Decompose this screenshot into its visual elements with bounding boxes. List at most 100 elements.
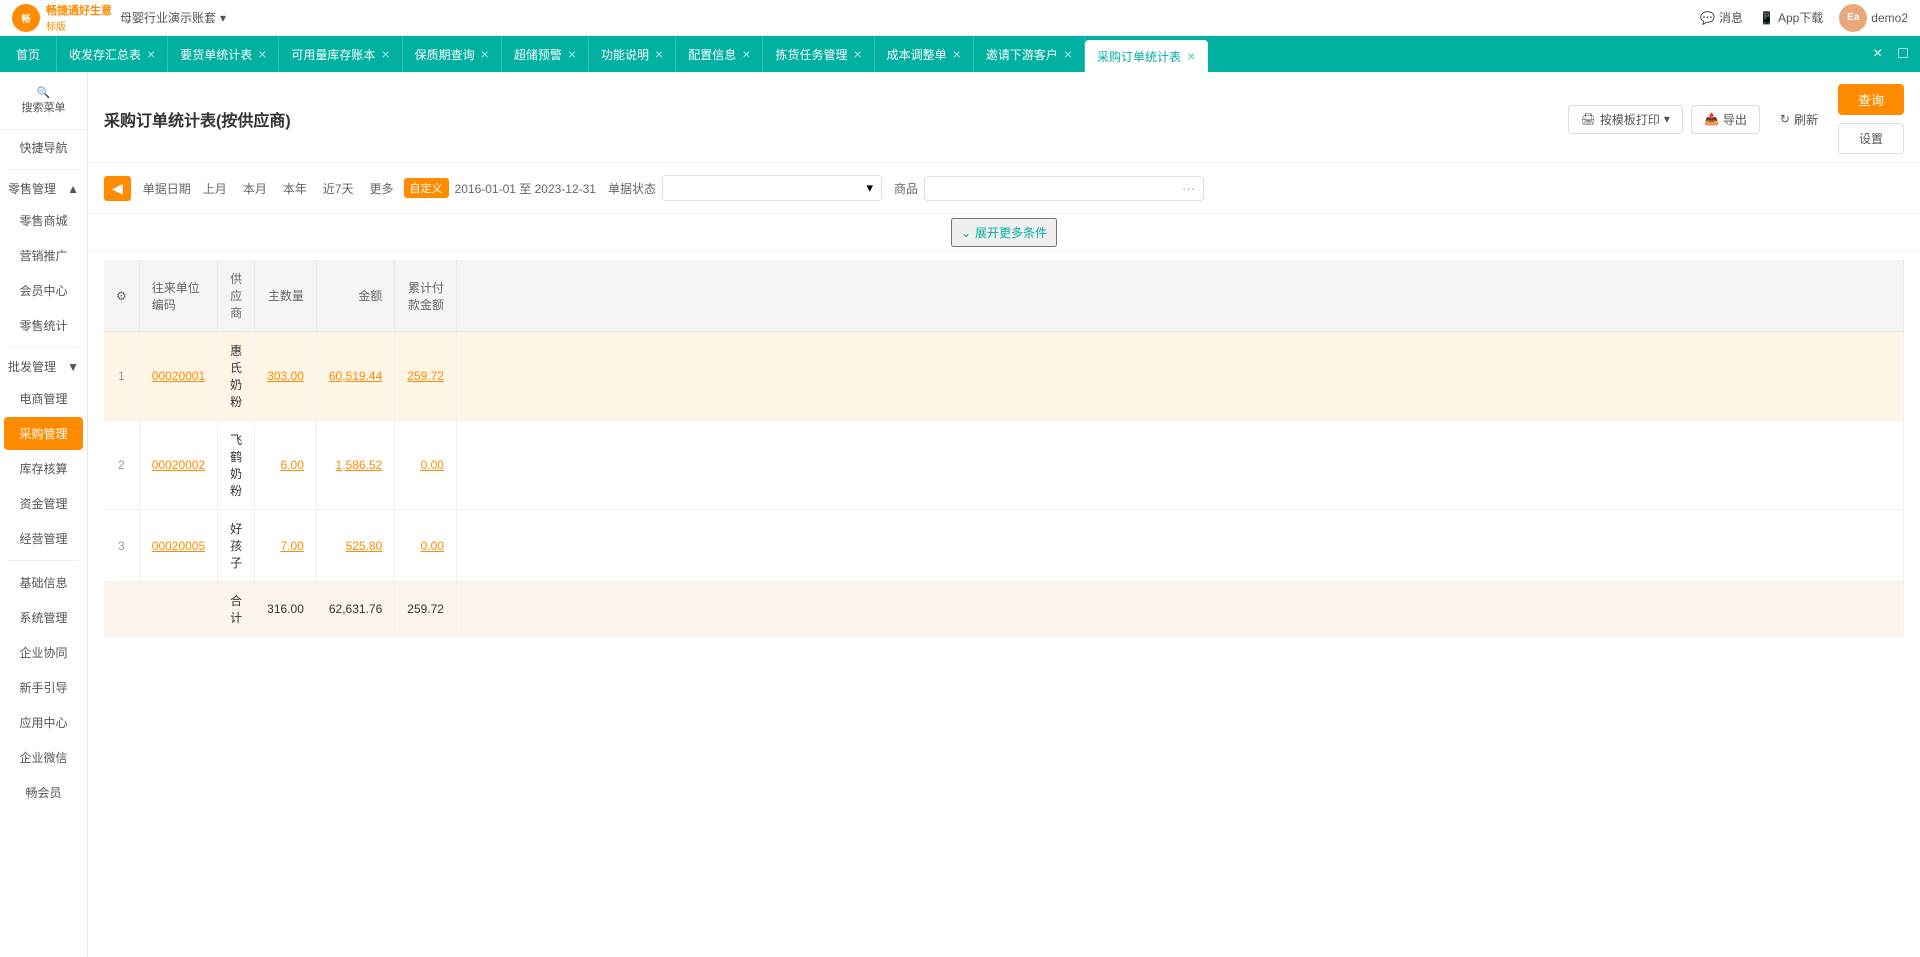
sidebar-item-quick-nav[interactable]: 快捷导航: [4, 131, 83, 164]
row-amount[interactable]: 1,586.52: [316, 421, 394, 510]
sidebar-item-retail-shop[interactable]: 零售商城: [4, 204, 83, 237]
sidebar-item-marketing[interactable]: 营销推广: [4, 239, 83, 272]
col-supplier-code: 往来单位编码: [139, 260, 217, 332]
content-area: 采购订单统计表(按供应商) 🖨 按模板打印 ▾ 📤 导出 ↻ 刷新: [88, 72, 1920, 957]
close-icon[interactable]: ×: [853, 46, 861, 62]
close-icon[interactable]: ×: [258, 46, 266, 62]
tab-config-info[interactable]: 配置信息 ×: [676, 36, 763, 72]
close-icon[interactable]: ×: [1064, 46, 1072, 62]
row-paid[interactable]: 0.00: [395, 421, 457, 510]
refresh-button[interactable]: ↻ 刷新: [1768, 106, 1830, 133]
date-last-7-days[interactable]: 近7天: [317, 178, 360, 199]
close-icon[interactable]: ×: [742, 46, 750, 62]
sidebar-divider-3: [8, 560, 79, 561]
export-icon: 📤: [1704, 112, 1719, 126]
row-supplier-code[interactable]: 00020001: [139, 332, 217, 421]
close-all-tabs-btn[interactable]: ×: [1869, 43, 1886, 65]
sidebar-item-sys-mgmt[interactable]: 系统管理: [4, 601, 83, 634]
sidebar-item-base-info[interactable]: 基础信息: [4, 566, 83, 599]
sidebar-item-vip-member[interactable]: 畅会员: [4, 776, 83, 809]
app-download-btn[interactable]: 📱 App下载: [1759, 9, 1823, 26]
table-row[interactable]: 2 00020002 飞鹤奶粉 6.00 1,586.52 0.00: [104, 421, 1904, 510]
tab-overstock-warning[interactable]: 超储预警 ×: [502, 36, 589, 72]
goods-input[interactable]: ···: [924, 176, 1204, 201]
tab-purchase-summary[interactable]: 采购订单统计表 ×: [1085, 40, 1208, 72]
print-button[interactable]: 🖨 按模板打印 ▾: [1568, 105, 1683, 134]
row-qty[interactable]: 303.00: [255, 332, 317, 421]
date-last-month[interactable]: 上月: [197, 178, 233, 199]
user-area[interactable]: Ea demo2: [1839, 4, 1908, 32]
row-supplier-code[interactable]: 00020002: [139, 421, 217, 510]
tab-invite-downstream[interactable]: 邀请下游客户 ×: [974, 36, 1085, 72]
sidebar-item-search[interactable]: 🔍 搜索菜单: [4, 80, 83, 121]
date-this-month[interactable]: 本月: [237, 178, 273, 199]
settings-button[interactable]: 设置: [1838, 123, 1904, 154]
message-btn[interactable]: 💬 消息: [1700, 9, 1743, 26]
sidebar-item-inventory[interactable]: 库存核算: [4, 452, 83, 485]
table-row[interactable]: 3 00020005 好孩子 7.00 525.80 0.00: [104, 510, 1904, 582]
filter-area: ◀ 单据日期 上月 本月 本年 近7天 更多 自定义 2016-01-01 至 …: [88, 163, 1920, 214]
row-supplier-name: 惠氏奶粉: [218, 332, 255, 421]
col-settings[interactable]: ⚙: [104, 260, 139, 332]
sidebar-item-operation[interactable]: 经营管理: [4, 522, 83, 555]
sidebar-item-new-guide[interactable]: 新手引导: [4, 671, 83, 704]
workspace-selector[interactable]: 母婴行业演示账套 ▾: [120, 9, 226, 26]
row-amount[interactable]: 525.80: [316, 510, 394, 582]
sidebar-item-retail-stats[interactable]: 零售统计: [4, 309, 83, 342]
row-qty[interactable]: 7.00: [255, 510, 317, 582]
nav-tabs-right: × □: [1861, 36, 1920, 72]
total-amount: 62,631.76: [316, 582, 394, 637]
tab-function-desc[interactable]: 功能说明 ×: [589, 36, 676, 72]
close-icon[interactable]: ×: [1187, 48, 1195, 64]
row-paid[interactable]: 0.00: [395, 510, 457, 582]
close-icon[interactable]: ×: [381, 46, 389, 62]
sidebar: 🔍 搜索菜单 快捷导航 零售管理 ▲ 零售商城 营销推广 会员中心 零售统计 批…: [0, 72, 88, 957]
row-amount[interactable]: 60,519.44: [316, 332, 394, 421]
sidebar-item-member[interactable]: 会员中心: [4, 274, 83, 307]
collapse-filter-btn[interactable]: ◀: [104, 176, 131, 201]
goods-text-input[interactable]: [933, 181, 1178, 195]
sidebar-item-finance[interactable]: 资金管理: [4, 487, 83, 520]
row-index: 3: [104, 510, 139, 582]
date-range-text: 2016-01-01 至 2023-12-31: [455, 180, 596, 197]
date-this-year[interactable]: 本年: [277, 178, 313, 199]
sidebar-section-retail[interactable]: 零售管理 ▲: [0, 174, 87, 203]
ellipsis-icon: ···: [1182, 181, 1195, 196]
row-qty[interactable]: 6.00: [255, 421, 317, 510]
col-amount: 金额: [316, 260, 394, 332]
close-icon[interactable]: ×: [655, 46, 663, 62]
tab-validity-query[interactable]: 保质期查询 ×: [403, 36, 502, 72]
col-supplier-name: 供应商: [218, 260, 255, 332]
tab-available-inventory[interactable]: 可用量库存账本 ×: [279, 36, 402, 72]
tab-cost-adjust[interactable]: 成本调整单 ×: [875, 36, 974, 72]
custom-date-badge: 自定义: [404, 178, 449, 198]
top-bar-right: 💬 消息 📱 App下载 Ea demo2: [1700, 4, 1908, 32]
expand-filter-btn[interactable]: ⌄ 展开更多条件: [951, 218, 1057, 247]
sidebar-item-ecommerce[interactable]: 电商管理: [4, 382, 83, 415]
settings-icon[interactable]: ⚙: [116, 289, 127, 303]
status-select[interactable]: ▾: [662, 175, 882, 201]
sidebar-item-enterprise-wechat[interactable]: 企业微信: [4, 741, 83, 774]
col-qty: 主数量: [255, 260, 317, 332]
close-icon[interactable]: ×: [953, 46, 961, 62]
row-supplier-code[interactable]: 00020005: [139, 510, 217, 582]
restore-tabs-btn[interactable]: □: [1894, 43, 1912, 65]
tab-receive-summary[interactable]: 收发存汇总表 ×: [57, 36, 168, 72]
query-button[interactable]: 查询: [1838, 84, 1904, 115]
export-button[interactable]: 📤 导出: [1691, 105, 1760, 134]
tab-order-summary[interactable]: 要货单统计表 ×: [168, 36, 279, 72]
close-icon[interactable]: ×: [481, 46, 489, 62]
sidebar-item-purchase[interactable]: 采购管理: [4, 417, 83, 450]
row-paid[interactable]: 259.72: [395, 332, 457, 421]
col-extra: [456, 260, 1903, 332]
row-supplier-name: 好孩子: [218, 510, 255, 582]
sidebar-item-enterprise-coop[interactable]: 企业协同: [4, 636, 83, 669]
date-more[interactable]: 更多: [364, 178, 400, 199]
close-icon[interactable]: ×: [568, 46, 576, 62]
close-icon[interactable]: ×: [147, 46, 155, 62]
tab-home[interactable]: 首页: [0, 36, 57, 72]
table-row[interactable]: 1 00020001 惠氏奶粉 303.00 60,519.44 259.72: [104, 332, 1904, 421]
sidebar-item-app-center[interactable]: 应用中心: [4, 706, 83, 739]
tab-picking-task[interactable]: 拣货任务管理 ×: [763, 36, 874, 72]
sidebar-section-wholesale[interactable]: 批发管理 ▼: [0, 352, 87, 381]
